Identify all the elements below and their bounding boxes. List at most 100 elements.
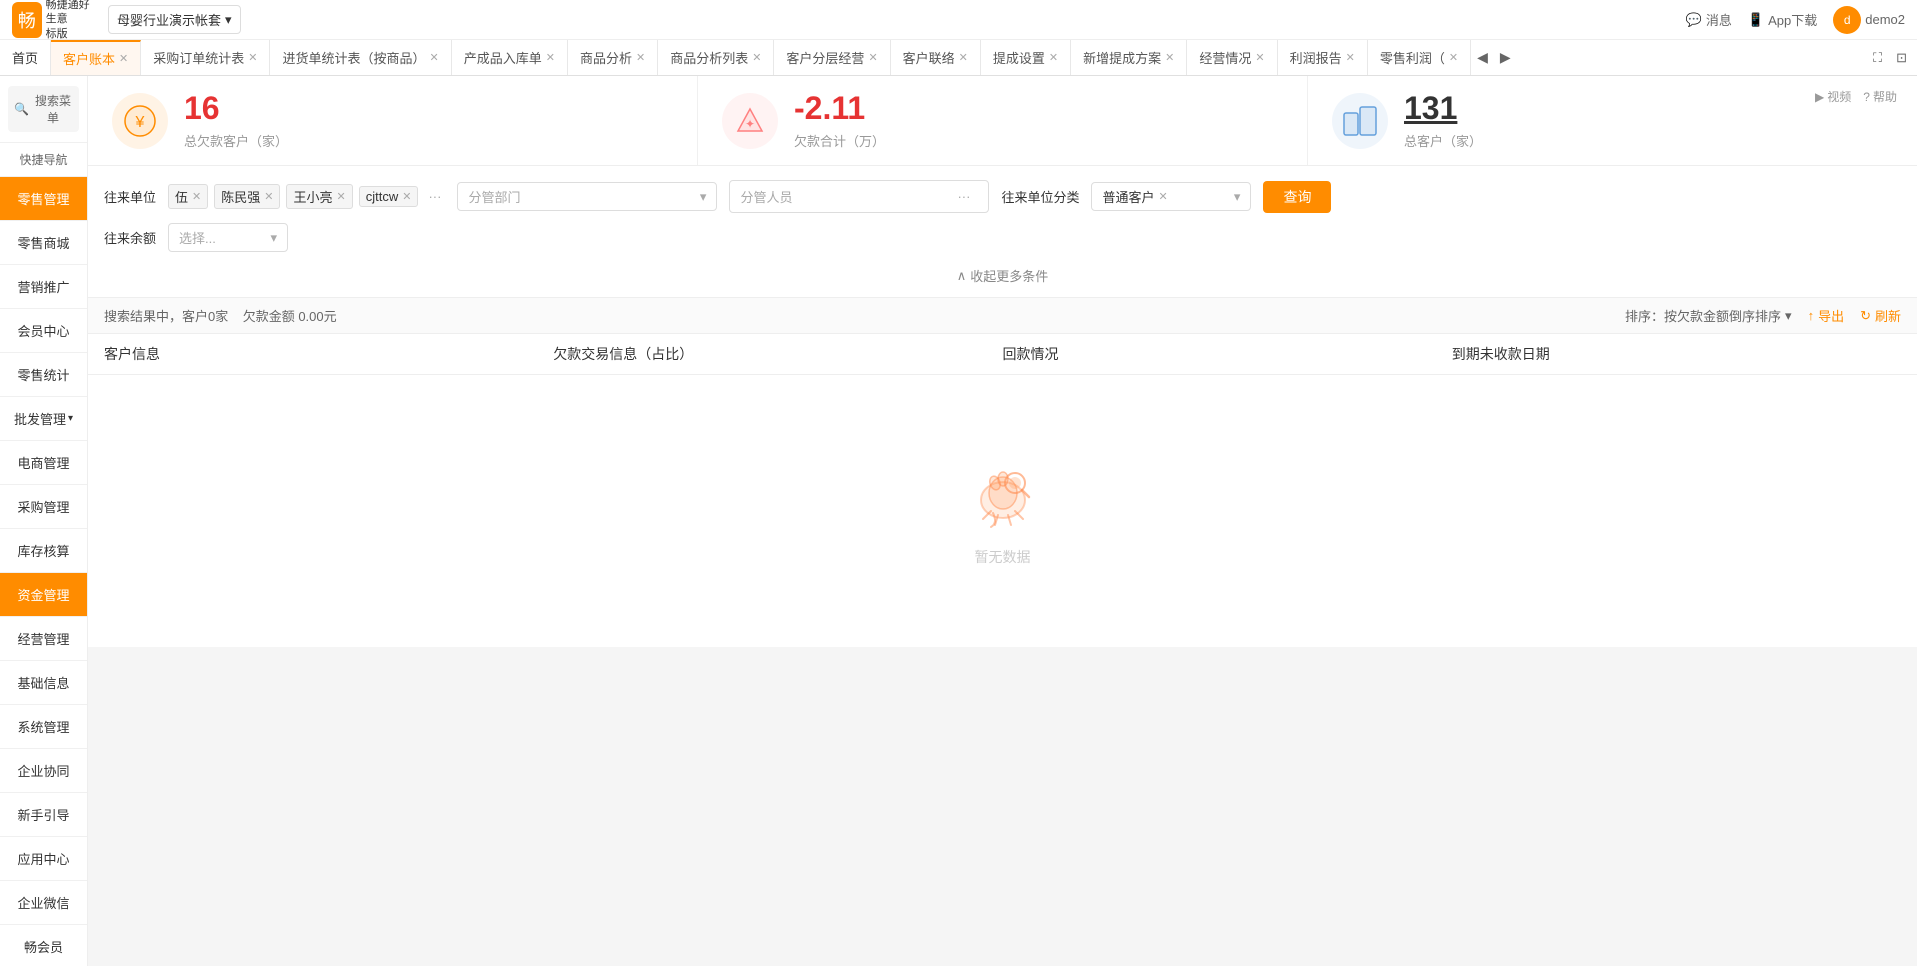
close-icon[interactable]: ✕ — [119, 52, 128, 65]
export-button[interactable]: ↑ 导出 — [1808, 306, 1845, 325]
close-icon[interactable]: ✕ — [1346, 51, 1355, 64]
filter-row-2: 往来余额 选择... ▾ — [104, 223, 1901, 252]
search-menu-button[interactable]: 🔍 搜索菜单 — [8, 86, 79, 132]
tab-retail-profit[interactable]: 零售利润（ ✕ — [1368, 40, 1471, 75]
sidebar-item-retail-shop[interactable]: 零售商城 — [0, 221, 87, 265]
close-icon[interactable]: ✕ — [546, 51, 555, 64]
filter-tag-normal-customer: 普通客户 ✕ — [1102, 187, 1167, 206]
chevron-down-icon: ▾ — [1785, 308, 1792, 324]
remove-tag-normal[interactable]: ✕ — [1158, 190, 1167, 203]
close-icon[interactable]: ✕ — [959, 51, 968, 64]
sidebar-item-retail-stats[interactable]: 零售统计 — [0, 353, 87, 397]
sidebar-item-member-vip[interactable]: 畅会员 — [0, 925, 87, 966]
tab-purchase-order[interactable]: 采购订单统计表 ✕ — [141, 40, 270, 75]
sidebar-item-enterprise[interactable]: 企业协同 — [0, 749, 87, 793]
tab-restore-button[interactable]: ⊡ — [1890, 48, 1913, 68]
video-help-button[interactable]: ▶ 视频 — [1815, 88, 1851, 105]
sidebar-item-app-center[interactable]: 应用中心 — [0, 837, 87, 881]
person-more-btn[interactable]: ··· — [949, 185, 978, 208]
stat-icon-clients — [1332, 93, 1388, 149]
chevron-down-icon: ▾ — [68, 413, 73, 424]
sidebar-item-inventory[interactable]: 库存核算 — [0, 529, 87, 573]
sidebar-item-new-guide[interactable]: 新手引导 — [0, 793, 87, 837]
sidebar-item-enterprise-wechat[interactable]: 企业微信 — [0, 881, 87, 925]
tab-accounts[interactable]: 客户账本 ✕ — [51, 40, 141, 75]
tab-customer-tier[interactable]: 客户分层经营 ✕ — [774, 40, 890, 75]
tab-production[interactable]: 产成品入库单 ✕ — [452, 40, 568, 75]
sidebar-item-ecommerce[interactable]: 电商管理 — [0, 441, 87, 485]
filter-tag-wang: 王小亮 ✕ — [286, 184, 352, 209]
tab-product-analysis-list[interactable]: 商品分析列表 ✕ — [658, 40, 774, 75]
stat-label-customers: 总欠款客户（家） — [184, 131, 288, 150]
logo-text: 畅捷通好生意 标版 — [46, 0, 100, 41]
tab-home[interactable]: 首页 — [0, 40, 51, 75]
tab-product-analysis[interactable]: 商品分析 ✕ — [568, 40, 658, 75]
sidebar-item-operation[interactable]: 经营管理 — [0, 617, 87, 661]
tab-operation[interactable]: 经营情况 ✕ — [1187, 40, 1277, 75]
close-icon[interactable]: ✕ — [752, 51, 761, 64]
close-icon[interactable]: ✕ — [1165, 51, 1174, 64]
close-icon[interactable]: ✕ — [636, 51, 645, 64]
sidebar-item-retail[interactable]: 零售管理 — [0, 177, 87, 221]
remove-tag-chen[interactable]: ✕ — [264, 190, 273, 203]
chevron-down-icon: ▾ — [270, 230, 277, 246]
table-header-debt-info: 欠款交易信息（占比） — [553, 344, 1002, 364]
results-actions: 排序：按欠款金额倒序排序 ▾ ↑ 导出 ↻ 刷新 — [1625, 306, 1901, 325]
help-button[interactable]: ? 帮助 — [1863, 88, 1897, 105]
sidebar-item-marketing[interactable]: 营销推广 — [0, 265, 87, 309]
more-tags-button[interactable]: ··· — [424, 187, 445, 206]
collapse-filter-button[interactable]: ∧ 收起更多条件 — [104, 262, 1901, 289]
sidebar-item-capital[interactable]: 资金管理 — [0, 573, 87, 617]
remove-tag-wang[interactable]: ✕ — [337, 190, 346, 203]
stats-bar: ¥ 16 总欠款客户（家） ✦ -2.11 欠款合计（ — [88, 76, 1917, 166]
sidebar-item-basic-info[interactable]: 基础信息 — [0, 661, 87, 705]
stat-icon-debt: ✦ — [722, 93, 778, 149]
message-button[interactable]: 💬 消息 — [1686, 10, 1732, 29]
app-download-button[interactable]: 📱 App下载 — [1748, 10, 1817, 29]
topbar-right: 💬 消息 📱 App下载 d demo2 — [1686, 6, 1905, 34]
tab-customer-contact[interactable]: 客户联络 ✕ — [891, 40, 981, 75]
close-icon[interactable]: ✕ — [1449, 51, 1458, 64]
search-icon: 🔍 — [14, 102, 29, 116]
refresh-button[interactable]: ↻ 刷新 — [1860, 306, 1901, 325]
tab-import-stats[interactable]: 进货单统计表（按商品） ✕ — [270, 40, 451, 75]
tab-scroll-left[interactable]: ◀ — [1471, 40, 1494, 75]
close-icon[interactable]: ✕ — [248, 51, 257, 64]
chevron-up-icon: ∧ — [957, 268, 967, 284]
table-header-customer: 客户信息 — [104, 344, 553, 364]
sidebar-item-purchase[interactable]: 采购管理 — [0, 485, 87, 529]
stat-value-clients: 131 — [1404, 91, 1482, 126]
remove-tag-cjttcw[interactable]: ✕ — [402, 190, 411, 203]
tab-fullscreen-button[interactable]: ⛶ — [1867, 48, 1888, 68]
person-filter-select[interactable]: 分管人员 ··· — [729, 180, 989, 213]
results-summary: 搜索结果中，客户0家 欠款金额 0.00元 — [104, 306, 337, 325]
empty-state-illustration — [963, 455, 1043, 535]
account-selector[interactable]: 母婴行业演示帐套 ▾ — [108, 5, 241, 34]
unit-classify-select[interactable]: 普通客户 ✕ ▾ — [1091, 182, 1251, 211]
stats-help-area: ▶ 视频 ? 帮助 — [1815, 88, 1897, 105]
results-sort-select[interactable]: 排序：按欠款金额倒序排序 ▾ — [1625, 306, 1792, 325]
filter-area: 往来单位 伍 ✕ 陈民强 ✕ 王小亮 ✕ cjttcw — [88, 166, 1917, 298]
sidebar-item-wholesale[interactable]: 批发管理 ▾ — [0, 397, 87, 441]
close-icon[interactable]: ✕ — [430, 51, 439, 64]
close-icon[interactable]: ✕ — [868, 51, 877, 64]
dept-filter-select[interactable]: 分管部门 ▾ — [457, 182, 717, 211]
help-icon: ? — [1863, 90, 1870, 104]
query-button[interactable]: 查询 — [1263, 181, 1331, 213]
sidebar-quick-nav[interactable]: 快捷导航 — [0, 143, 87, 177]
tab-new-raise[interactable]: 新增提成方案 ✕ — [1071, 40, 1187, 75]
remove-tag-wu[interactable]: ✕ — [192, 190, 201, 203]
close-icon[interactable]: ✕ — [1255, 51, 1264, 64]
tab-raise-settings[interactable]: 提成设置 ✕ — [981, 40, 1071, 75]
tab-profit-report[interactable]: 利润报告 ✕ — [1278, 40, 1368, 75]
empty-state-text: 暂无数据 — [975, 547, 1031, 567]
remainder-select[interactable]: 选择... ▾ — [168, 223, 288, 252]
tab-scroll-right[interactable]: ▶ — [1494, 40, 1517, 75]
user-profile-button[interactable]: d demo2 — [1833, 6, 1905, 34]
main-layout: 🔍 搜索菜单 快捷导航 零售管理 零售商城 营销推广 会员中心 零售统计 批发管… — [0, 76, 1917, 966]
close-icon[interactable]: ✕ — [1049, 51, 1058, 64]
sidebar-item-member[interactable]: 会员中心 — [0, 309, 87, 353]
sidebar-item-system[interactable]: 系统管理 — [0, 705, 87, 749]
refresh-icon: ↻ — [1860, 308, 1871, 324]
remainder-label: 往来余额 — [104, 228, 156, 247]
